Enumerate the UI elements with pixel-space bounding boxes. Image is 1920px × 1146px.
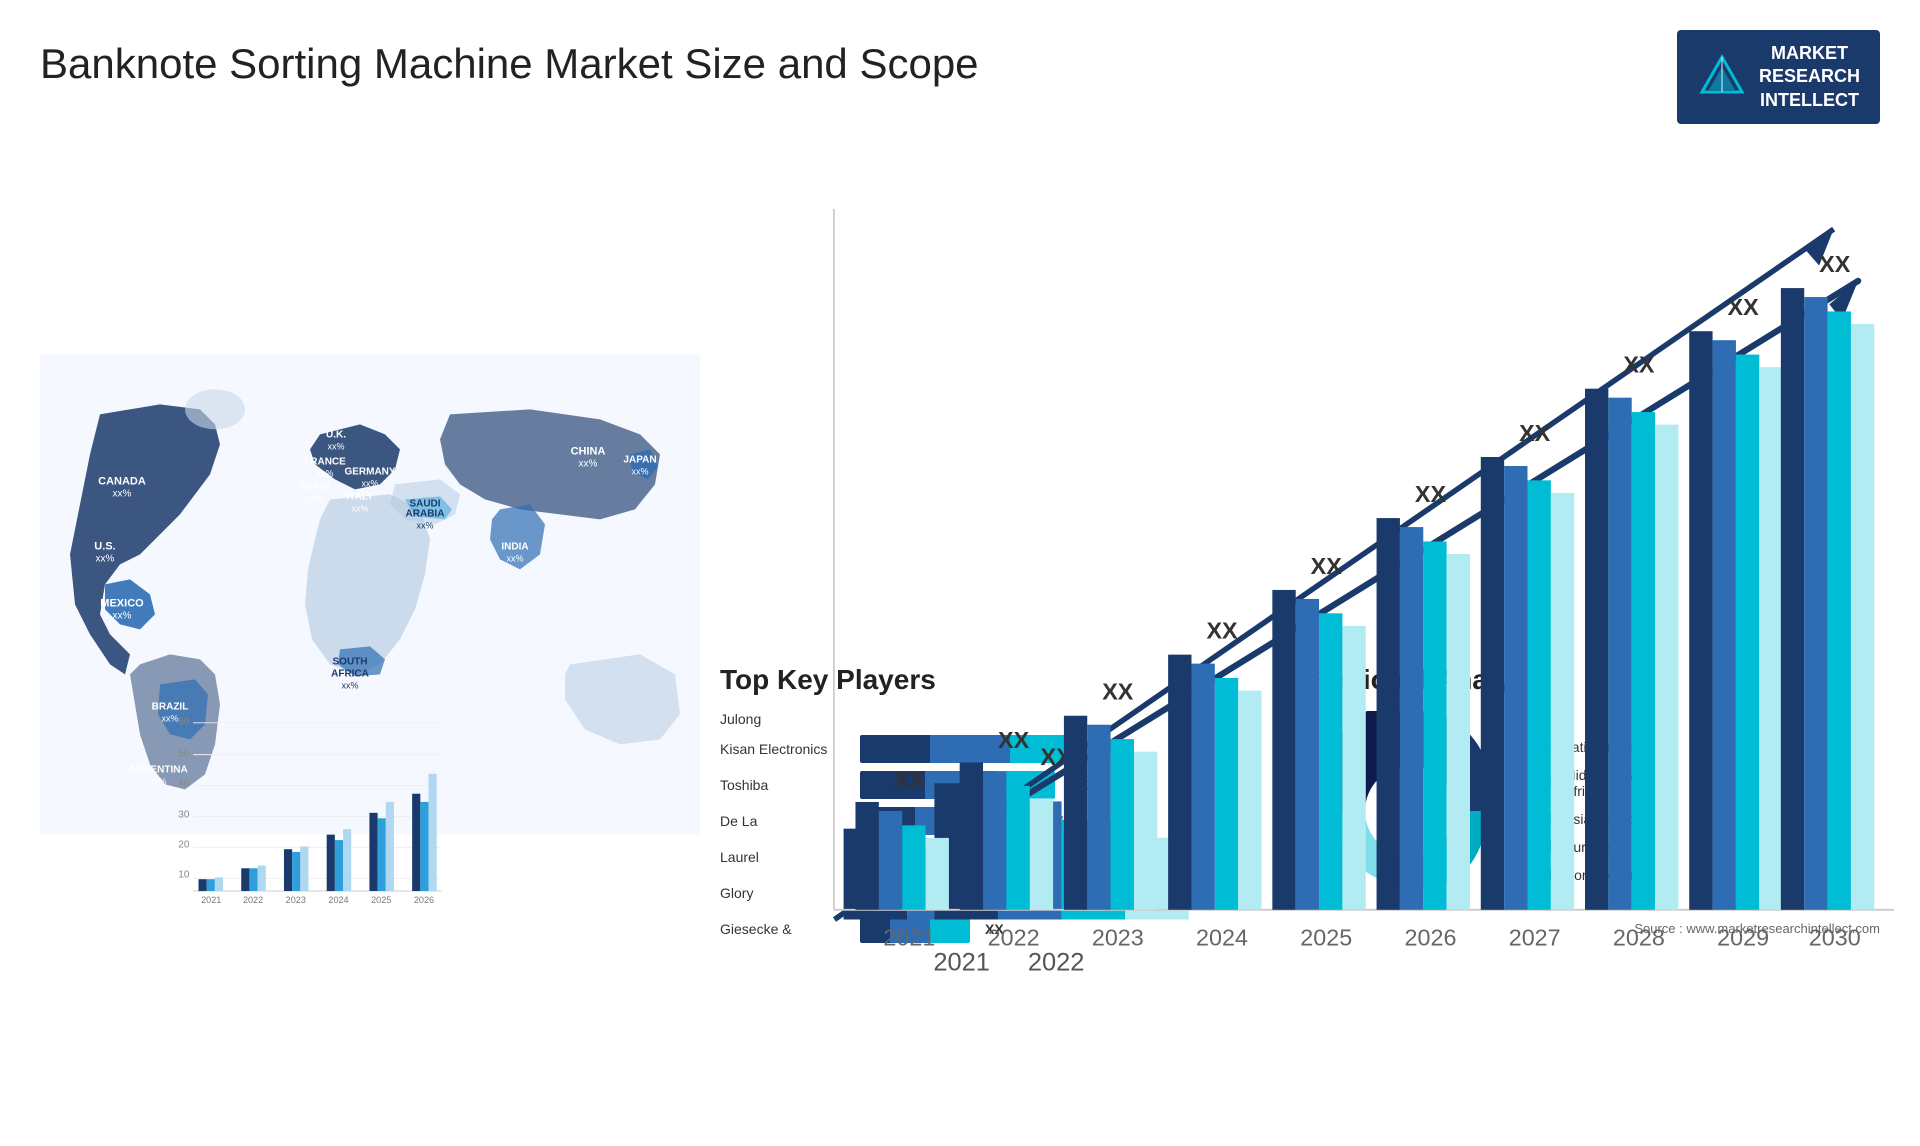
svg-text:xx%: xx%	[506, 554, 523, 564]
logo-icon	[1697, 52, 1747, 102]
svg-text:2026: 2026	[414, 895, 434, 905]
svg-text:2021: 2021	[201, 895, 221, 905]
svg-text:xx%: xx%	[306, 494, 323, 504]
svg-text:ARABIA: ARABIA	[406, 509, 445, 520]
svg-text:XX: XX	[1102, 679, 1134, 705]
svg-text:CANADA: CANADA	[98, 476, 146, 488]
svg-text:2025: 2025	[1300, 925, 1352, 951]
svg-text:CHINA: CHINA	[571, 446, 606, 458]
svg-text:XX: XX	[1623, 352, 1655, 378]
svg-text:xx%: xx%	[416, 521, 433, 531]
svg-text:2028: 2028	[1613, 925, 1665, 951]
svg-text:30: 30	[178, 810, 190, 821]
svg-text:ITALY: ITALY	[346, 492, 374, 503]
svg-text:2025: 2025	[371, 895, 391, 905]
svg-text:40: 40	[178, 779, 190, 790]
svg-text:XX: XX	[1728, 294, 1760, 320]
svg-text:2023: 2023	[286, 895, 306, 905]
svg-text:JAPAN: JAPAN	[623, 455, 656, 466]
svg-text:U.K.: U.K.	[326, 430, 346, 441]
svg-text:MEXICO: MEXICO	[100, 598, 144, 610]
svg-text:60: 60	[178, 717, 190, 728]
svg-text:2024: 2024	[328, 895, 348, 905]
svg-text:10: 10	[178, 870, 190, 881]
svg-text:2027: 2027	[1509, 925, 1561, 951]
page-title: Banknote Sorting Machine Market Size and…	[40, 40, 979, 88]
svg-text:XX: XX	[1415, 481, 1447, 507]
svg-text:2029: 2029	[1717, 925, 1769, 951]
svg-text:2024: 2024	[1196, 925, 1248, 951]
svg-text:XX: XX	[894, 767, 926, 793]
svg-text:xx%: xx%	[361, 479, 378, 489]
svg-text:U.S.: U.S.	[94, 541, 115, 553]
svg-text:50: 50	[178, 749, 190, 760]
svg-text:xx%: xx%	[316, 469, 333, 479]
svg-text:XX: XX	[1819, 251, 1851, 277]
svg-text:xx%: xx%	[631, 467, 648, 477]
svg-text:2023: 2023	[1092, 925, 1144, 951]
svg-text:FRANCE: FRANCE	[304, 457, 346, 468]
svg-text:GERMANY: GERMANY	[344, 467, 395, 478]
svg-text:2030: 2030	[1809, 925, 1861, 951]
svg-text:2026: 2026	[1405, 925, 1457, 951]
svg-text:xx%: xx%	[341, 681, 358, 691]
svg-text:SOUTH: SOUTH	[333, 657, 368, 668]
page-container: Banknote Sorting Machine Market Size and…	[0, 0, 1920, 1146]
svg-text:2021: 2021	[883, 925, 935, 951]
svg-text:xx%: xx%	[579, 459, 598, 470]
svg-text:20: 20	[178, 840, 190, 851]
svg-text:xx%: xx%	[113, 489, 132, 500]
svg-text:xx%: xx%	[327, 442, 344, 452]
svg-text:2022: 2022	[988, 925, 1040, 951]
growth-chart-section: 2021 XX 2022 XX	[730, 144, 1880, 1045]
svg-text:INDIA: INDIA	[501, 542, 528, 553]
svg-text:xx%: xx%	[113, 611, 132, 622]
growth-chart-v2: 2021 XX 2022 XX 2023 XX	[780, 154, 1920, 1055]
svg-text:XX: XX	[1206, 618, 1238, 644]
svg-text:XX: XX	[1311, 553, 1343, 579]
header: Banknote Sorting Machine Market Size and…	[40, 30, 1880, 124]
svg-text:SPAIN: SPAIN	[300, 482, 330, 493]
logo-text: MARKET RESEARCH INTELLECT	[1759, 42, 1860, 112]
segmentation-chart: 60 50 40 30 20 10	[40, 711, 579, 911]
svg-text:xx%: xx%	[351, 504, 368, 514]
svg-text:xx%: xx%	[96, 554, 115, 565]
svg-text:AFRICA: AFRICA	[331, 669, 369, 680]
svg-text:XX: XX	[1519, 420, 1551, 446]
logo: MARKET RESEARCH INTELLECT	[1677, 30, 1880, 124]
svg-text:2022: 2022	[243, 895, 263, 905]
svg-text:XX: XX	[998, 727, 1030, 753]
